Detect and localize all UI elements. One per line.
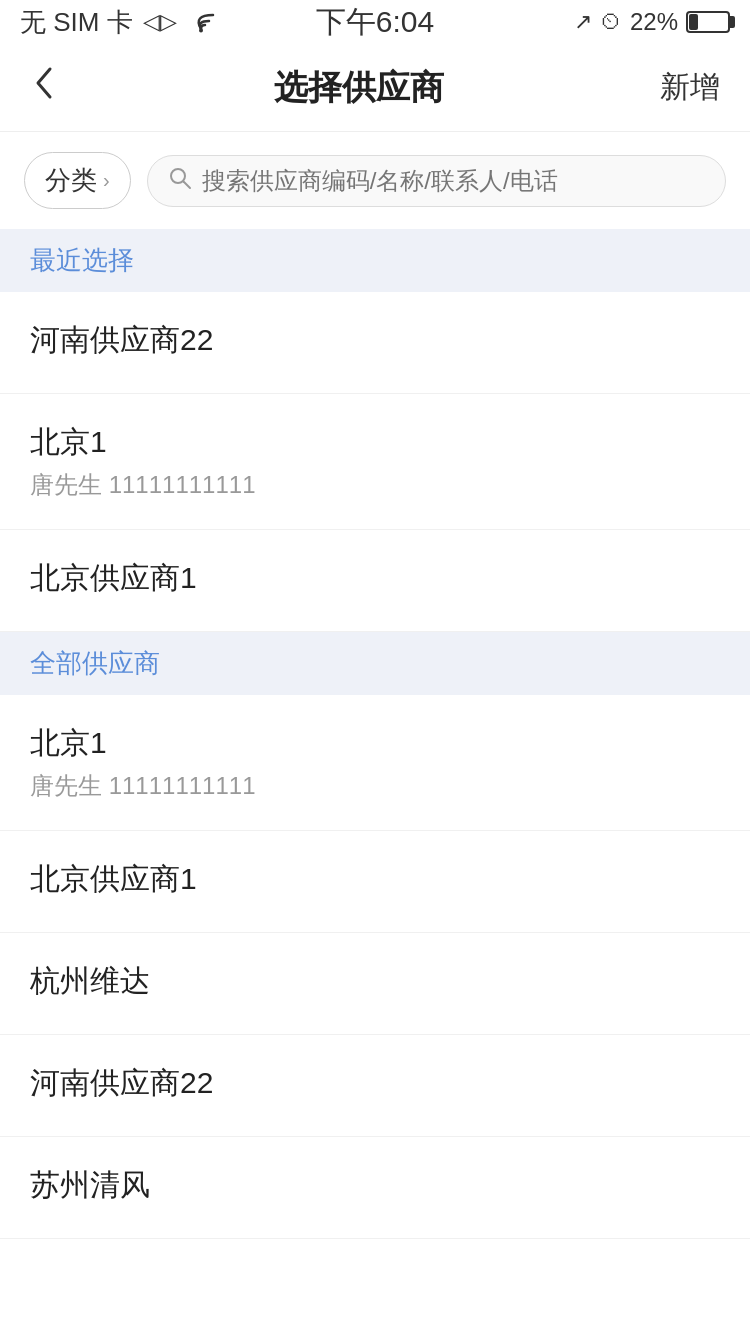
- page-title: 选择供应商: [274, 65, 444, 111]
- item-name: 北京1: [30, 723, 720, 764]
- battery-percent: 22%: [630, 8, 678, 36]
- recent-list: 河南供应商22 北京1 唐先生 11111111111 北京供应商1: [0, 292, 750, 632]
- list-item[interactable]: 杭州维达: [0, 933, 750, 1035]
- search-icon: [168, 166, 192, 196]
- item-name: 河南供应商22: [30, 320, 720, 361]
- list-item[interactable]: 河南供应商22: [0, 1035, 750, 1137]
- add-button[interactable]: 新增: [660, 67, 720, 108]
- wifi-icon: ◁▷: [143, 9, 177, 35]
- list-item[interactable]: 河南供应商22: [0, 292, 750, 394]
- time-display: 下午6:04: [316, 2, 434, 43]
- status-bar: 无 SIM 卡 ◁▷ 下午6:04 ↗ ⏲ 22%: [0, 0, 750, 44]
- list-item[interactable]: 北京供应商1: [0, 831, 750, 933]
- item-sub: 唐先生 11111111111: [30, 770, 720, 802]
- item-name: 北京供应商1: [30, 558, 720, 599]
- search-box: [147, 155, 726, 207]
- all-section-label: 全部供应商: [30, 648, 160, 678]
- item-name: 河南供应商22: [30, 1063, 720, 1104]
- back-button[interactable]: [30, 61, 58, 114]
- recent-section-header: 最近选择: [0, 229, 750, 292]
- list-item[interactable]: 北京供应商1: [0, 530, 750, 632]
- all-list: 北京1 唐先生 11111111111 北京供应商1 杭州维达 河南供应商22 苏…: [0, 695, 750, 1239]
- battery-icon: [686, 11, 730, 33]
- category-label: 分类: [45, 163, 97, 198]
- list-item[interactable]: 苏州清风: [0, 1137, 750, 1239]
- item-sub: 唐先生 11111111111: [30, 469, 720, 501]
- list-item[interactable]: 北京1 唐先生 11111111111: [0, 394, 750, 530]
- nav-bar: 选择供应商 新增: [0, 44, 750, 132]
- location-icon: ↗: [574, 9, 592, 35]
- recent-section-label: 最近选择: [30, 245, 134, 275]
- wifi-signal-icon: [187, 11, 215, 33]
- item-name: 北京1: [30, 422, 720, 463]
- carrier-label: 无 SIM 卡: [20, 5, 133, 40]
- item-name: 杭州维达: [30, 961, 720, 1002]
- search-input[interactable]: [202, 167, 705, 195]
- chevron-right-icon: ›: [103, 169, 110, 192]
- filter-bar: 分类 ›: [0, 132, 750, 229]
- status-left: 无 SIM 卡 ◁▷: [20, 5, 215, 40]
- svg-point-0: [199, 29, 203, 33]
- all-section-header: 全部供应商: [0, 632, 750, 695]
- alarm-icon: ⏲: [600, 9, 622, 35]
- status-right: ↗ ⏲ 22%: [574, 8, 730, 36]
- item-name: 苏州清风: [30, 1165, 720, 1206]
- svg-line-2: [183, 181, 190, 188]
- item-name: 北京供应商1: [30, 859, 720, 900]
- category-button[interactable]: 分类 ›: [24, 152, 131, 209]
- list-item[interactable]: 北京1 唐先生 11111111111: [0, 695, 750, 831]
